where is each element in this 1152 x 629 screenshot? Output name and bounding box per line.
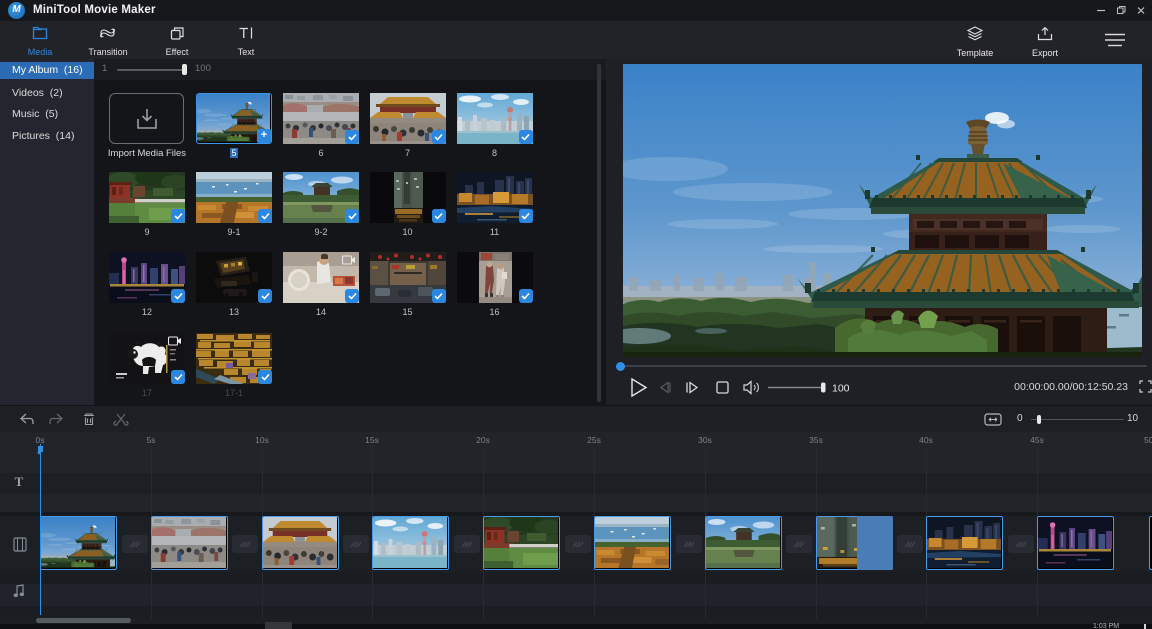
svg-text:100: 100 — [832, 383, 850, 395]
